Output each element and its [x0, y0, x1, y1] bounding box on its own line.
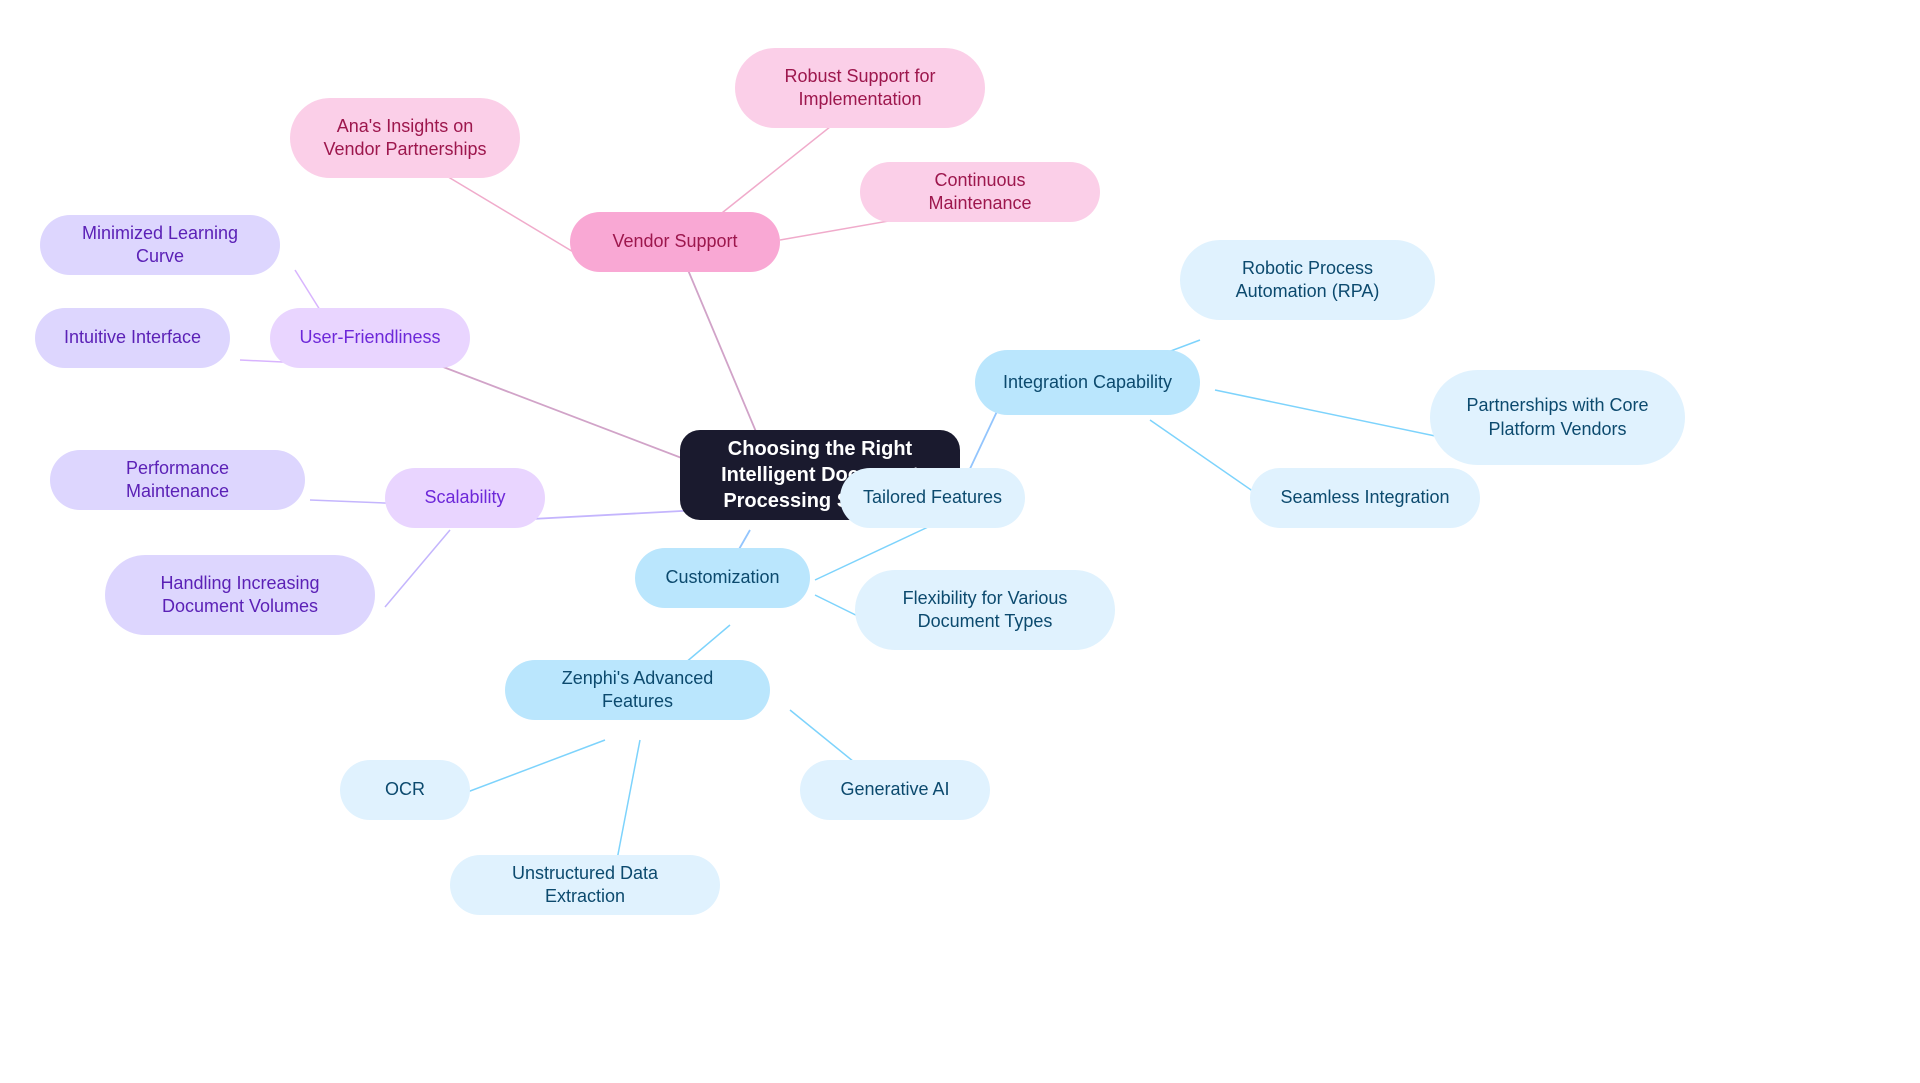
handling-volumes-node: Handling Increasing Document Volumes — [105, 555, 375, 635]
robust-support-node: Robust Support for Implementation — [735, 48, 985, 128]
tailored-features-node: Tailored Features — [840, 468, 1025, 528]
flexibility-label: Flexibility for Various Document Types — [877, 587, 1093, 634]
minimized-learning-node: Minimized Learning Curve — [40, 215, 280, 275]
seamless-integration-node: Seamless Integration — [1250, 468, 1480, 528]
intuitive-interface-node: Intuitive Interface — [35, 308, 230, 368]
zenphi-features-node: Zenphi's Advanced Features — [505, 660, 770, 720]
continuous-maintenance-label: Continuous Maintenance — [882, 169, 1078, 216]
minimized-learning-label: Minimized Learning Curve — [62, 222, 258, 269]
rpa-node: Robotic Process Automation (RPA) — [1180, 240, 1435, 320]
vendor-support-label: Vendor Support — [612, 230, 737, 253]
performance-maintenance-node: Performance Maintenance — [50, 450, 305, 510]
zenphi-features-label: Zenphi's Advanced Features — [527, 667, 748, 714]
continuous-maintenance-node: Continuous Maintenance — [860, 162, 1100, 222]
anas-insights-label: Ana's Insights on Vendor Partnerships — [312, 115, 498, 162]
generative-ai-label: Generative AI — [840, 778, 949, 801]
unstructured-data-label: Unstructured Data Extraction — [472, 862, 698, 909]
integration-capability-label: Integration Capability — [1003, 371, 1172, 394]
seamless-integration-label: Seamless Integration — [1280, 486, 1449, 509]
scalability-node: Scalability — [385, 468, 545, 528]
tailored-features-label: Tailored Features — [863, 486, 1002, 509]
ocr-label: OCR — [385, 778, 425, 801]
partnerships-label: Partnerships with Core Platform Vendors — [1452, 394, 1663, 441]
performance-maintenance-label: Performance Maintenance — [72, 457, 283, 504]
generative-ai-node: Generative AI — [800, 760, 990, 820]
flexibility-node: Flexibility for Various Document Types — [855, 570, 1115, 650]
robust-support-label: Robust Support for Implementation — [757, 65, 963, 112]
customization-label: Customization — [665, 566, 779, 589]
user-friendliness-node: User-Friendliness — [270, 308, 470, 368]
integration-capability-node: Integration Capability — [975, 350, 1200, 415]
partnerships-node: Partnerships with Core Platform Vendors — [1430, 370, 1685, 465]
ocr-node: OCR — [340, 760, 470, 820]
vendor-support-node: Vendor Support — [570, 212, 780, 272]
intuitive-interface-label: Intuitive Interface — [64, 326, 201, 349]
unstructured-data-node: Unstructured Data Extraction — [450, 855, 720, 915]
rpa-label: Robotic Process Automation (RPA) — [1202, 257, 1413, 304]
handling-volumes-label: Handling Increasing Document Volumes — [127, 572, 353, 619]
customization-node: Customization — [635, 548, 810, 608]
user-friendliness-label: User-Friendliness — [299, 326, 440, 349]
anas-insights-node: Ana's Insights on Vendor Partnerships — [290, 98, 520, 178]
scalability-label: Scalability — [424, 486, 505, 509]
